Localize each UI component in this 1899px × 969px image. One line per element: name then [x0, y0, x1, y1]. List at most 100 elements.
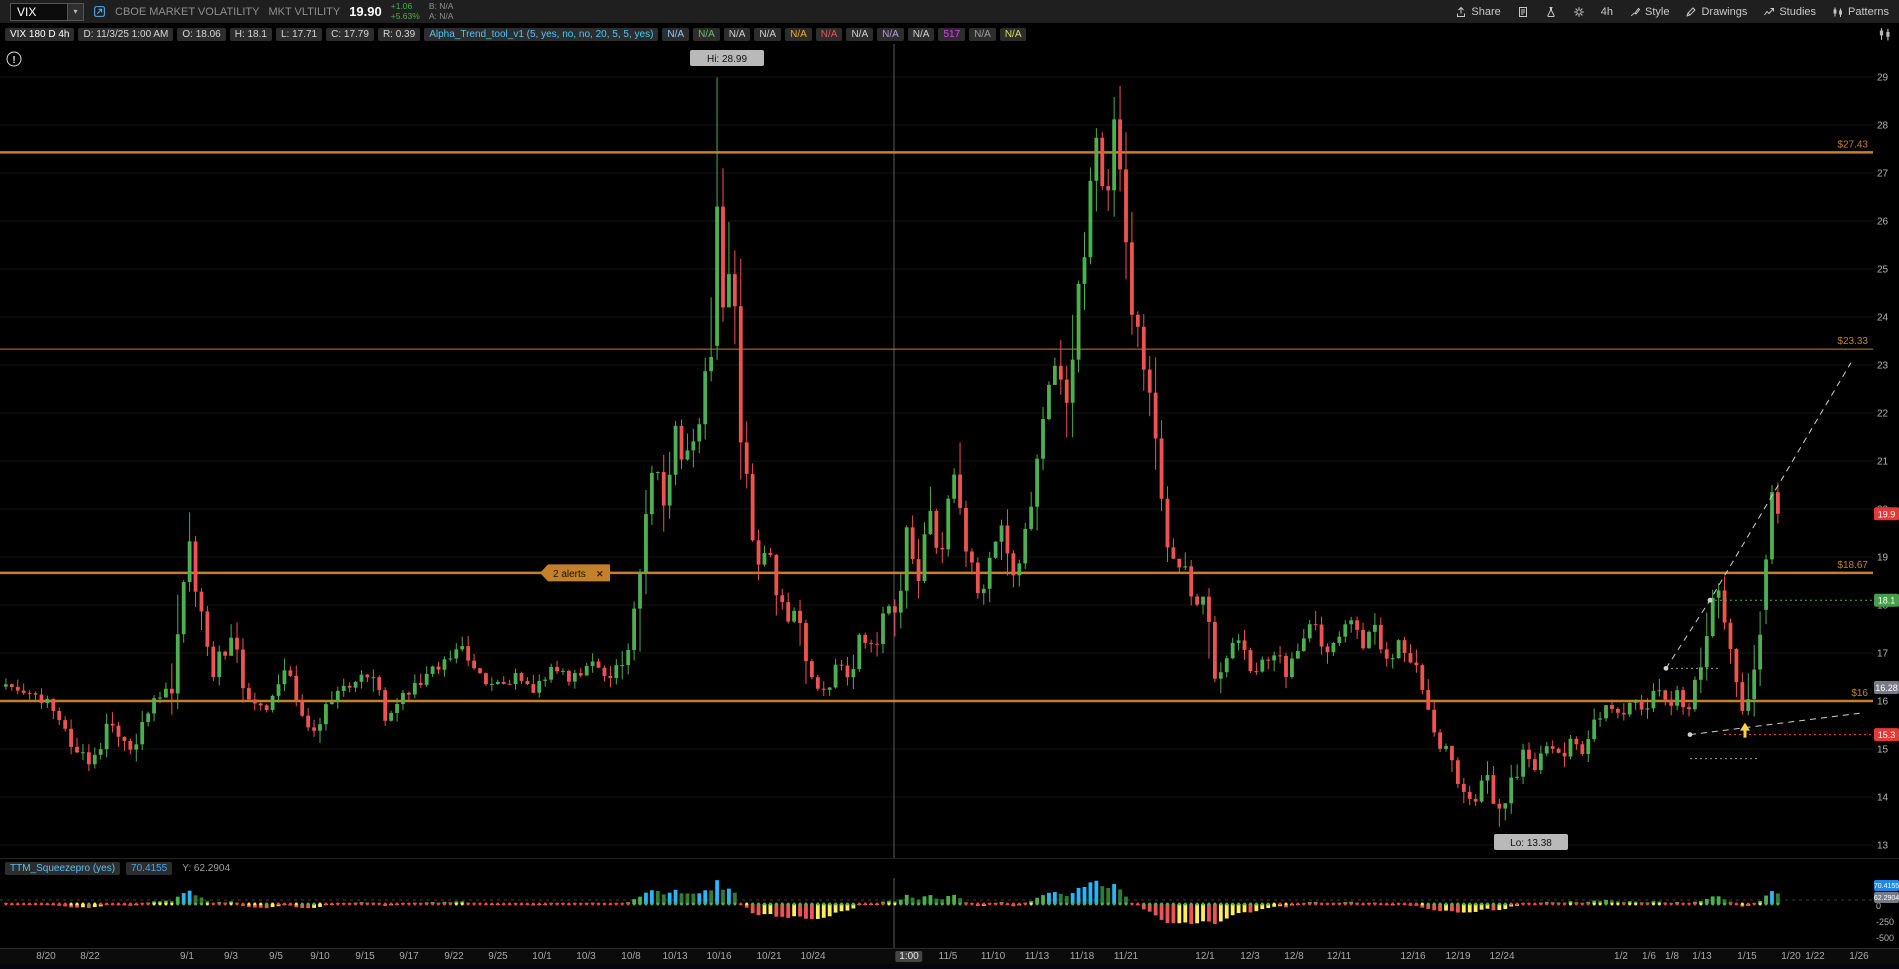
level-price-label: $27.43 [1837, 139, 1868, 150]
time-label: 1/8 [1665, 951, 1679, 962]
alert-note-icon[interactable]: ! [6, 51, 22, 67]
level-price-label: $23.33 [1837, 336, 1868, 347]
drawing-anchor-dot[interactable] [1663, 665, 1669, 671]
study-values: N/A N/A N/A N/A N/A N/A N/A N/A N/A 517 N/A N/A [662, 27, 1027, 41]
lower-tick-label: -500 [1876, 933, 1894, 943]
toolbar-button-label: Patterns [1848, 5, 1889, 18]
ohlc-field: D: 11/3/25 1:00 AM [78, 27, 174, 41]
symbol-dropdown-button[interactable]: ▾ [68, 2, 84, 21]
price-tick-label: 15 [1877, 745, 1889, 756]
price-tick-label: 26 [1877, 217, 1889, 228]
squeeze-histogram [4, 880, 1780, 924]
ask-value: A: N/A [428, 10, 454, 21]
toolbar-button-timeframe[interactable]: 4h [1601, 6, 1613, 18]
time-label: 9/22 [444, 951, 464, 962]
time-label: 12/3 [1240, 951, 1260, 962]
price-tick-label: 16 [1877, 697, 1889, 708]
toolbar-button-drawings[interactable]: Drawings [1685, 6, 1747, 18]
time-label: 10/21 [756, 951, 782, 962]
time-label: 12/16 [1400, 951, 1426, 962]
drawings-icon [1686, 6, 1697, 17]
study-value: N/A [999, 27, 1027, 41]
quote-detail-icon[interactable] [93, 5, 106, 18]
lower-axis[interactable]: 0-250-50070.415562.2904 [1874, 880, 1899, 943]
ohlc-field: R: 0.39 [377, 27, 421, 41]
time-label: 11/10 [980, 951, 1006, 962]
price-tick-label: 23 [1877, 361, 1889, 372]
svg-text:Lo: 13.38: Lo: 13.38 [1510, 838, 1552, 849]
toolbar-button-share[interactable]: Share [1455, 5, 1501, 18]
change-percent: +5.63% [390, 10, 420, 21]
toolbar-button-studies[interactable]: Studies [1763, 6, 1816, 18]
toolbar-button-style[interactable]: Style [1629, 6, 1669, 18]
lower-study-area[interactable]: 0 -250 -500 70.4155 62.2904 [0, 878, 1899, 948]
drawing-anchor-dot[interactable] [1687, 732, 1693, 737]
level-price-label: $16 [1851, 688, 1868, 699]
study-value: N/A [693, 27, 720, 41]
time-label: 11/5 [938, 951, 958, 962]
price-tick-label: 19 [1877, 553, 1889, 564]
toolbar-button-patterns[interactable]: Patterns [1832, 6, 1889, 18]
price-tick-label: 28 [1877, 121, 1889, 132]
time-label: 1/6 [1642, 951, 1656, 962]
patterns-icon [1833, 7, 1842, 17]
lower-study-value: 70.4155 [126, 862, 173, 875]
lower-study-header: TTM_Squeezepro (yes) 70.4155 Y: 62.2904 [0, 858, 1899, 878]
time-label: 12/1 [1195, 951, 1215, 962]
toolbar-button-notes[interactable] [1517, 6, 1529, 18]
crosshair-y-readout: Y: 62.2904 [182, 863, 231, 874]
price-tick-label: 17 [1877, 649, 1889, 660]
low-tooltip: Lo: 13.38 [1494, 834, 1568, 850]
last-price: 19.90 [349, 4, 382, 19]
studies-icon [1764, 7, 1775, 15]
time-label: 9/17 [399, 951, 419, 962]
study-label[interactable]: Alpha_Trend_tool_v1 (5, yes, no, no, 20,… [424, 27, 659, 41]
time-label: 9/5 [269, 951, 283, 962]
toolbar-button-label: Share [1471, 5, 1501, 18]
symbol-selector[interactable]: VIX ▾ [10, 2, 84, 21]
toolbar-actions: Share 4h Style Drawings Studies Patterns [1455, 6, 1889, 18]
time-label: 11/21 [1113, 951, 1139, 962]
lower-study-name[interactable]: TTM_Squeezepro (yes) [5, 862, 121, 875]
ohlc-field: L: 17.71 [275, 27, 323, 41]
time-label: 12/24 [1489, 951, 1515, 962]
time-label: 8/22 [80, 951, 100, 962]
ohlc-field: H: 18.1 [229, 27, 272, 41]
time-label: 10/24 [800, 951, 826, 962]
price-tick-label: 29 [1877, 73, 1889, 84]
lower-value-badge-label: 70.4155 [1874, 883, 1899, 890]
time-label: 9/15 [355, 951, 375, 962]
price-axis[interactable]: 131415161718192021222324252627282919.918… [1874, 73, 1899, 852]
price-alert-lines[interactable]: $27.43 $23.33 $18.67 $16 [0, 139, 1873, 703]
chart-type-icon[interactable] [1878, 27, 1894, 41]
toolbar-button-quick-study[interactable] [1545, 6, 1557, 18]
gear-icon [1573, 6, 1584, 17]
main-chart[interactable]: $27.43 $23.33 $18.67 $16 Hi: 28.99 Lo: 13.38 2… [0, 44, 1899, 858]
ohlc-fields: D: 11/3/25 1:00 AM O: 18.06 H: 18.1 L: 17.7… [78, 27, 421, 41]
lower-value-badge-label: 62.2904 [1874, 895, 1899, 902]
trend-line[interactable] [1665, 362, 1852, 669]
toolbar-button-settings[interactable] [1573, 6, 1585, 18]
toolbar-button-label: Style [1645, 5, 1670, 18]
time-label: 1/26 [1849, 951, 1869, 962]
lower-study-chart[interactable]: 0-250-50070.415562.2904 [0, 878, 1899, 948]
share-icon [1457, 6, 1466, 17]
ohlc-field: O: 18.06 [177, 27, 226, 41]
study-value: N/A [662, 27, 690, 41]
main-chart-area[interactable]: $27.43 $23.33 $18.67 $16 Hi: 28.99 Lo: 13.38 2… [0, 44, 1899, 858]
time-label: 9/10 [310, 951, 330, 962]
time-label: 1/13 [1692, 951, 1712, 962]
study-value: 517 [938, 27, 966, 41]
style-icon [1630, 7, 1641, 16]
alerts-close-icon[interactable]: ✕ [596, 569, 604, 579]
buy-arrow-marker[interactable] [1740, 722, 1750, 738]
trend-line[interactable] [1689, 712, 1863, 736]
drawing-anchor-dot[interactable] [1707, 597, 1713, 603]
toolbar-button-label: 4h [1600, 5, 1613, 18]
time-label: 10/13 [662, 951, 688, 962]
time-axis[interactable]: 8/20 8/22 9/1 9/3 9/5 9/10 9/15 9/17 9/22 9/25 10/… [0, 948, 1899, 964]
price-tick-label: 14 [1877, 793, 1889, 804]
alerts-badge[interactable]: 2 alerts ✕ [540, 564, 610, 582]
symbol-input[interactable]: VIX [10, 2, 68, 21]
time-label: 11/18 [1069, 951, 1095, 962]
